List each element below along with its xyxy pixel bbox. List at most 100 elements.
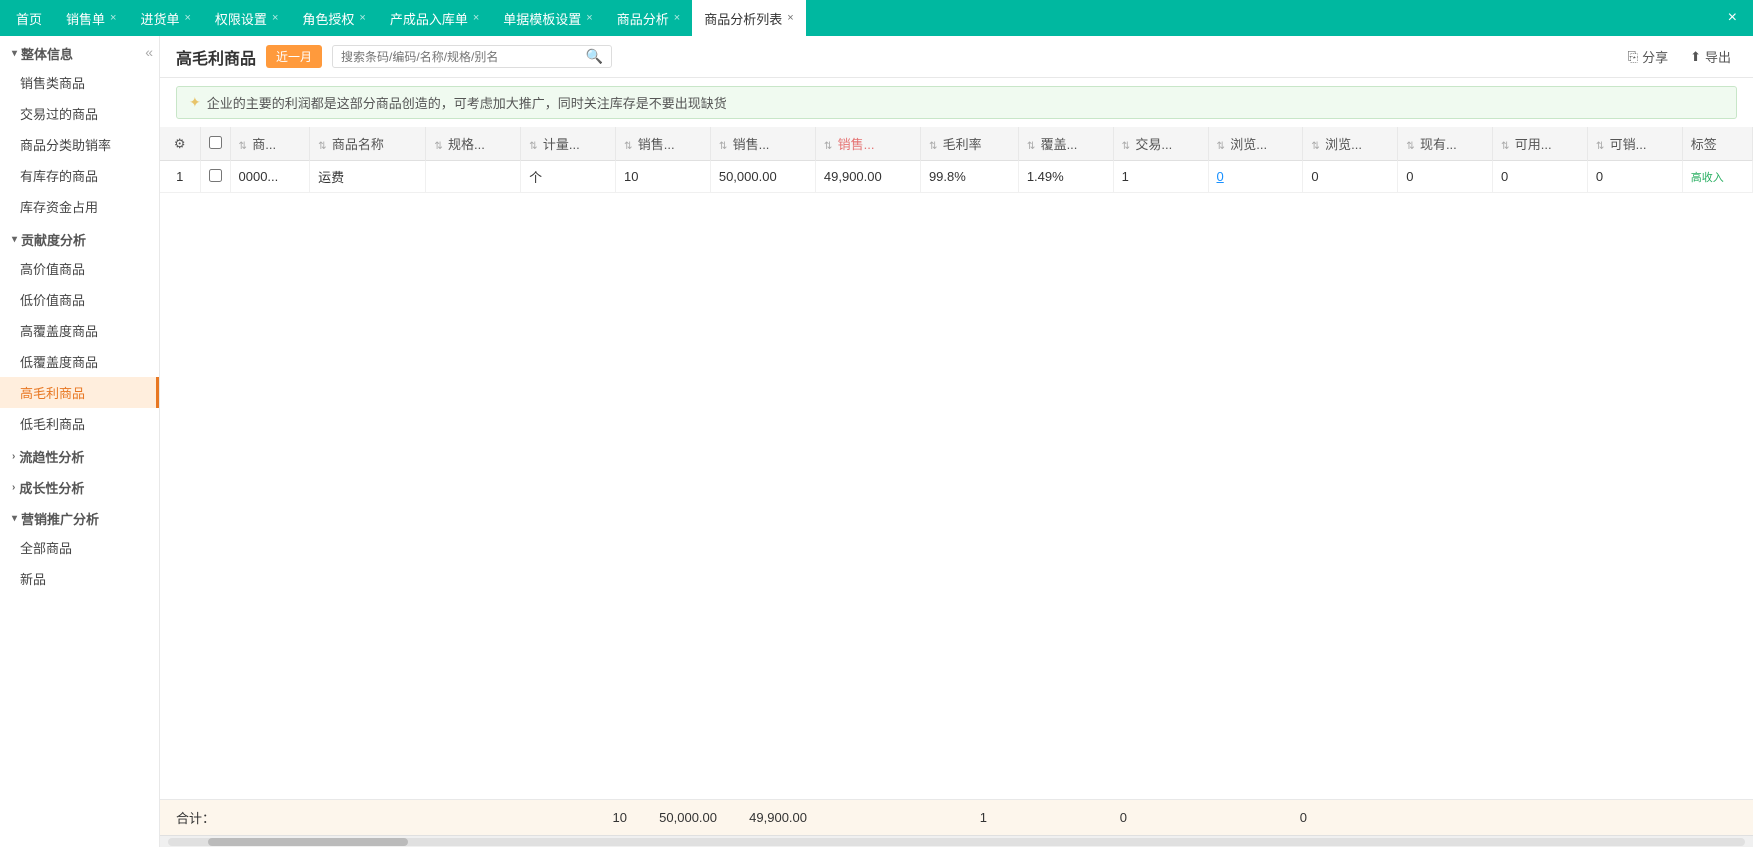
col-browse2[interactable]: ⇅ 浏览... <box>1303 127 1398 161</box>
cell-name: 运费 <box>310 161 426 193</box>
search-box: 🔍 <box>332 45 612 68</box>
sidebar-item-high-coverage[interactable]: 高覆盖度商品 <box>0 315 159 346</box>
sidebar-item-category-assist-rate[interactable]: 商品分类助销率 <box>0 129 159 160</box>
tab-template-settings[interactable]: 单据模板设置 × <box>491 0 604 36</box>
sidebar-item-low-margin[interactable]: 低毛利商品 <box>0 408 159 439</box>
close-icon[interactable]: × <box>473 12 479 24</box>
col-sales-amount[interactable]: ⇅ 销售... <box>710 127 815 161</box>
export-button[interactable]: ⬆ 导出 <box>1684 44 1737 69</box>
window-close-button[interactable]: × <box>1716 9 1749 27</box>
data-table: ⚙ ⇅ 商... ⇅ 商品名称 <box>160 127 1753 193</box>
col-checkbox[interactable] <box>200 127 230 161</box>
cell-sales-amount: 50,000.00 <box>710 161 815 193</box>
col-sales-qty[interactable]: ⇅ 销售... <box>616 127 711 161</box>
col-stock-current[interactable]: ⇅ 现有... <box>1398 127 1493 161</box>
cell-spec <box>426 161 521 193</box>
col-name[interactable]: ⇅ 商品名称 <box>310 127 426 161</box>
close-icon[interactable]: × <box>787 12 793 24</box>
sort-icon: ⇅ <box>1122 141 1130 152</box>
close-icon[interactable]: × <box>586 12 592 24</box>
row-checkbox[interactable] <box>209 169 222 182</box>
sort-icon: ⇅ <box>929 141 937 152</box>
chevron-down-icon: ▾ <box>12 513 17 524</box>
sort-icon: ⇅ <box>1406 141 1414 152</box>
col-browse1[interactable]: ⇅ 浏览... <box>1208 127 1303 161</box>
sidebar-item-new-goods[interactable]: 新品 <box>0 563 159 594</box>
col-gross-rate[interactable]: ⇅ 毛利率 <box>920 127 1018 161</box>
cell-unit: 个 <box>521 161 616 193</box>
sidebar-item-high-margin[interactable]: 高毛利商品 <box>0 377 159 408</box>
close-icon[interactable]: × <box>359 12 365 24</box>
sidebar-item-low-coverage[interactable]: 低覆盖度商品 <box>0 346 159 377</box>
sidebar-item-in-stock-goods[interactable]: 有库存的商品 <box>0 160 159 191</box>
sidebar-group-growth[interactable]: › 成长性分析 <box>0 470 159 501</box>
tab-product-inbound[interactable]: 产成品入库单 × <box>378 0 491 36</box>
col-stock-available[interactable]: ⇅ 可用... <box>1493 127 1588 161</box>
close-icon[interactable]: × <box>110 12 116 24</box>
scrollbar-thumb[interactable] <box>208 838 408 846</box>
sidebar-collapse-button[interactable]: « <box>145 44 153 60</box>
horizontal-scrollbar[interactable] <box>160 835 1753 847</box>
tab-permissions[interactable]: 权限设置 × <box>203 0 290 36</box>
share-icon: ⎘ <box>1628 49 1638 65</box>
sidebar-group-contribution[interactable]: ▾ 贡献度分析 <box>0 222 159 253</box>
sidebar-item-all-goods[interactable]: 全部商品 <box>0 532 159 563</box>
sidebar: « ▾ 整体信息 销售类商品 交易过的商品 商品分类助销率 有库存的商品 库存资… <box>0 36 160 847</box>
top-nav: 首页 销售单 × 进货单 × 权限设置 × 角色授权 × 产成品入库单 × 单据… <box>0 0 1753 36</box>
footer-label: 合计： <box>176 808 215 827</box>
cell-browse1[interactable]: 0 <box>1208 161 1303 193</box>
tab-role-auth[interactable]: 角色授权 × <box>290 0 377 36</box>
cell-tag: 高收入 <box>1682 161 1752 193</box>
sidebar-group-overview[interactable]: ▾ 整体信息 <box>0 36 159 67</box>
cell-trade: 1 <box>1113 161 1208 193</box>
col-unit[interactable]: ⇅ 计量... <box>521 127 616 161</box>
close-icon[interactable]: × <box>674 12 680 24</box>
footer-stock-sellable: 0 <box>1263 810 1323 825</box>
cell-coverage: 1.49% <box>1018 161 1113 193</box>
col-stock-sellable[interactable]: ⇅ 可销... <box>1587 127 1682 161</box>
search-input[interactable] <box>341 50 586 64</box>
close-icon[interactable]: × <box>272 12 278 24</box>
tab-purchase[interactable]: 进货单 × <box>128 0 202 36</box>
export-icon: ⬆ <box>1690 49 1701 65</box>
filter-last-month-button[interactable]: 近一月 <box>266 45 322 68</box>
sidebar-item-low-value[interactable]: 低价值商品 <box>0 284 159 315</box>
col-code[interactable]: ⇅ 商... <box>230 127 310 161</box>
sidebar-item-stock-capital[interactable]: 库存资金占用 <box>0 191 159 222</box>
share-button[interactable]: ⎘ 分享 <box>1622 44 1674 69</box>
cell-sales-profit: 49,900.00 <box>815 161 920 193</box>
sort-icon: ⇅ <box>1217 141 1225 152</box>
table-wrapper[interactable]: ⚙ ⇅ 商... ⇅ 商品名称 <box>160 127 1753 799</box>
sort-icon: ⇅ <box>239 141 247 152</box>
col-trade[interactable]: ⇅ 交易... <box>1113 127 1208 161</box>
table-header-row: ⚙ ⇅ 商... ⇅ 商品名称 <box>160 127 1753 161</box>
tab-home[interactable]: 首页 <box>4 0 54 36</box>
tab-product-analysis-list[interactable]: 商品分析列表 × <box>692 0 805 36</box>
sidebar-group-marketing[interactable]: ▾ 营销推广分析 <box>0 501 159 532</box>
col-settings[interactable]: ⚙ <box>160 127 200 161</box>
sidebar-item-high-value[interactable]: 高价值商品 <box>0 253 159 284</box>
sidebar-group-trend[interactable]: › 流趋性分析 <box>0 439 159 470</box>
sort-icon: ⇅ <box>318 141 326 152</box>
footer-sales-profit: 49,900.00 <box>733 810 823 825</box>
search-icon[interactable]: 🔍 <box>586 48 603 65</box>
cell-checkbox[interactable] <box>200 161 230 193</box>
sort-icon: ⇅ <box>1501 141 1509 152</box>
tab-sales[interactable]: 销售单 × <box>54 0 128 36</box>
close-icon[interactable]: × <box>184 12 190 24</box>
scrollbar-track <box>168 838 1745 846</box>
col-spec[interactable]: ⇅ 规格... <box>426 127 521 161</box>
sidebar-item-traded-goods[interactable]: 交易过的商品 <box>0 98 159 129</box>
settings-icon[interactable]: ⚙ <box>174 136 186 151</box>
tab-product-analysis[interactable]: 商品分析 × <box>605 0 692 36</box>
select-all-checkbox[interactable] <box>209 136 222 149</box>
sidebar-item-sales-goods[interactable]: 销售类商品 <box>0 67 159 98</box>
sort-icon: ⇅ <box>529 141 537 152</box>
table-footer: 合计： 10 50,000.00 49,900.00 1 0 0 <box>160 799 1753 835</box>
col-sales-profit[interactable]: ⇅ 销售... <box>815 127 920 161</box>
col-coverage[interactable]: ⇅ 覆盖... <box>1018 127 1113 161</box>
chevron-down-icon: ▾ <box>12 48 17 59</box>
cell-stock-sellable: 0 <box>1587 161 1682 193</box>
sort-icon: ⇅ <box>434 141 442 152</box>
col-tag[interactable]: 标签 <box>1682 127 1752 161</box>
